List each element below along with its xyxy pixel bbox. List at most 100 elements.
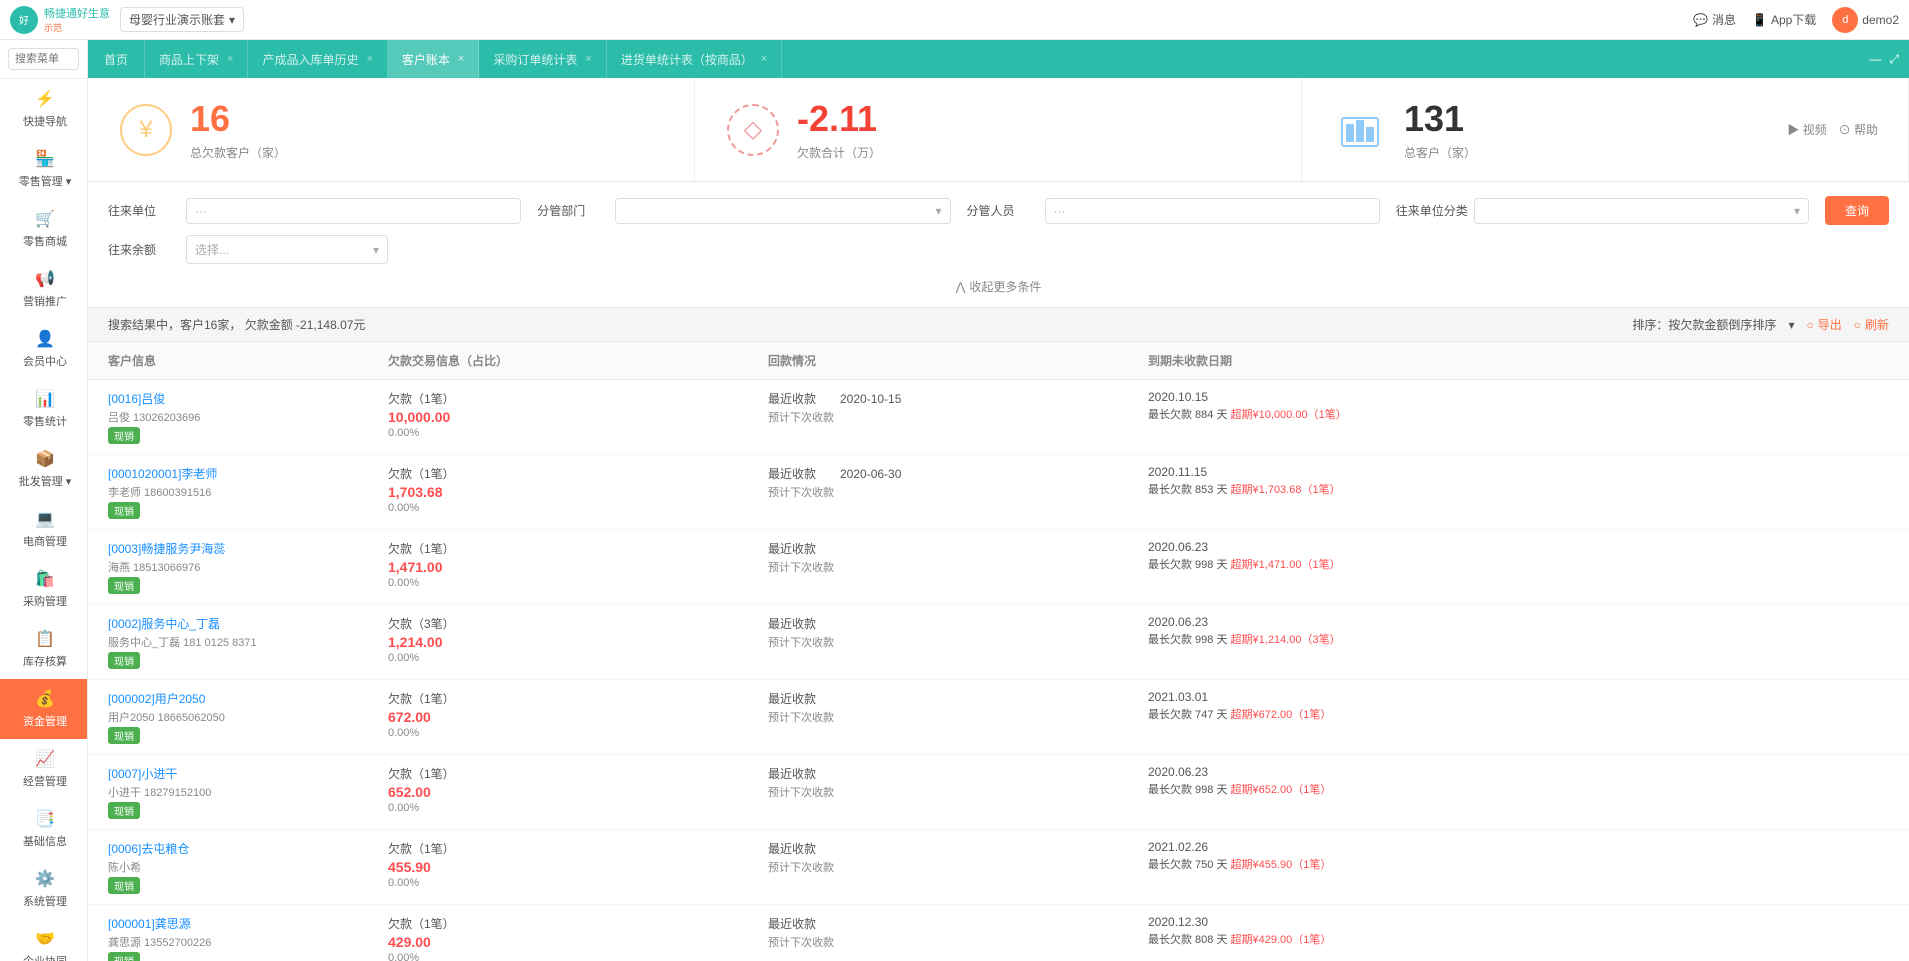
sidebar-item-retail-stats[interactable]: 📊 零售统计 <box>0 379 87 439</box>
tab-minus-icon[interactable]: — <box>1869 52 1881 66</box>
customer-name-link[interactable]: [000001]龚思源 <box>108 915 388 932</box>
summary-cards: ¥ 16 总欠款客户（家） ◇ -2.11 欠款合计（万） <box>88 78 1909 182</box>
sidebar-search-input[interactable] <box>8 48 79 70</box>
marketing-icon: 📢 <box>35 269 55 289</box>
user-profile-btn[interactable]: d demo2 <box>1832 7 1899 33</box>
tab-close-icon[interactable]: × <box>458 53 464 65</box>
refresh-icon: ○ <box>1854 318 1861 332</box>
customer-badge: 现销 <box>108 877 140 894</box>
manager-input[interactable]: ··· <box>1045 198 1380 224</box>
customer-name-link[interactable]: [0003]畅捷服务尹海蕊 <box>108 540 388 557</box>
collapse-btn[interactable]: ⋀ 收起更多条件 <box>108 274 1889 299</box>
table-row: [0002]服务中心_丁磊 服务中心_丁磊 181 0125 8371 现销 欠… <box>88 605 1909 680</box>
table-row: [0007]小进干 小进干 18279152100 现销 欠款（1笔） 652.… <box>88 755 1909 830</box>
overdue-link[interactable]: 超期¥1,703.68（1笔） <box>1231 484 1341 496</box>
summary-card-total-customers: 131 总客户（家） ▶ 视频 ⊙ 帮助 <box>1302 78 1909 181</box>
sidebar-search[interactable] <box>0 40 87 79</box>
tab-close-icon[interactable]: × <box>761 53 767 65</box>
overdue-info: 最长欠款 747 天 超期¥672.00（1笔） <box>1148 706 1889 722</box>
overdue-link[interactable]: 超期¥1,471.00（1笔） <box>1231 559 1341 571</box>
sidebar-item-purchase[interactable]: 🛍️ 采购管理 <box>0 559 87 619</box>
tab-home[interactable]: 首页 <box>88 40 145 78</box>
tab-close-icon[interactable]: × <box>366 53 372 65</box>
customer-name-link[interactable]: [0007]小进干 <box>108 765 388 782</box>
customer-name-link[interactable]: [0001020001]李老师 <box>108 465 388 482</box>
overdue-link[interactable]: 超期¥1,214.00（3笔） <box>1231 634 1341 646</box>
summary-card-debt-amount: ◇ -2.11 欠款合计（万） <box>695 78 1302 181</box>
total-customers-text: 131 总客户（家） <box>1404 98 1476 161</box>
query-button[interactable]: 查询 <box>1825 196 1889 225</box>
results-summary-text: 搜索结果中，客户16家 <box>108 318 229 332</box>
customer-name-link[interactable]: [000002]用户2050 <box>108 690 388 707</box>
sidebar-item-retail-mgmt[interactable]: 🏪 零售管理 ▾ <box>0 139 87 199</box>
overdue-info: 最长欠款 750 天 超期¥455.90（1笔） <box>1148 856 1889 872</box>
customer-contact: 吕俊 13026203696 <box>108 409 388 425</box>
customer-name-link[interactable]: [0002]服务中心_丁磊 <box>108 615 388 632</box>
due-date-cell: 2021.02.26 最长欠款 750 天 超期¥455.90（1笔） <box>1148 840 1889 872</box>
sidebar-item-inventory[interactable]: 📋 库存核算 <box>0 619 87 679</box>
overdue-link[interactable]: 超期¥672.00（1笔） <box>1231 709 1332 721</box>
help-btn[interactable]: ⊙ 帮助 <box>1839 121 1878 138</box>
tab-content: ¥ 16 总欠款客户（家） ◇ -2.11 欠款合计（万） <box>88 78 1909 961</box>
refresh-label: 刷新 <box>1865 316 1889 333</box>
table-row: [0003]畅捷服务尹海蕊 海燕 18513066976 现销 欠款（1笔） 1… <box>88 530 1909 605</box>
debt-amount: 1,471.00 <box>388 559 768 575</box>
tab-product-history[interactable]: 产成品入库单历史 × <box>248 40 387 78</box>
tab-maximize-icon[interactable]: ⤢ <box>1889 52 1899 67</box>
sidebar-item-marketing[interactable]: 📢 营销推广 <box>0 259 87 319</box>
customer-name-link[interactable]: [0006]去屯粮仓 <box>108 840 388 857</box>
sidebar-item-batch-mgmt[interactable]: 📦 批发管理 ▾ <box>0 439 87 499</box>
sidebar-item-retail-mall[interactable]: 🛒 零售商城 <box>0 199 87 259</box>
base-info-icon: 📑 <box>35 809 55 829</box>
store-selector[interactable]: 母婴行业演示账套 ▾ <box>120 7 244 32</box>
from-unit-input[interactable]: ··· <box>186 198 521 224</box>
table-row: [000001]龚思源 龚思源 13552700226 现销 欠款（1笔） 42… <box>88 905 1909 961</box>
tab-home-label: 首页 <box>104 51 128 68</box>
customer-name-link[interactable]: [0016]吕俊 <box>108 390 388 407</box>
overdue-link[interactable]: 超期¥429.00（1笔） <box>1231 934 1332 946</box>
sidebar-item-sys-mgmt[interactable]: ⚙️ 系统管理 <box>0 859 87 919</box>
tab-close-icon[interactable]: × <box>227 53 233 65</box>
app-download-label: App下载 <box>1771 11 1816 28</box>
app-download-btn[interactable]: 📱 App下载 <box>1752 11 1816 28</box>
tab-customer-account[interactable]: 客户账本 × <box>388 40 479 78</box>
tab-purchase-stats[interactable]: 采购订单统计表 × <box>479 40 606 78</box>
dept-select[interactable]: ▾ <box>615 198 950 224</box>
overdue-link[interactable]: 超期¥652.00（1笔） <box>1231 784 1332 796</box>
top-bar: 好 畅捷通好生意 示范 母婴行业演示账套 ▾ 💬 消息 📱 App下载 d de… <box>0 0 1909 40</box>
unit-category-dropdown-icon: ▾ <box>1794 204 1800 218</box>
sidebar-item-ops[interactable]: 📈 经营管理 <box>0 739 87 799</box>
recovery-cell: 最近收款 预计下次收款 <box>768 690 1148 725</box>
results-debt-text: 欠款金额 -21,148.07元 <box>245 318 366 332</box>
overdue-link[interactable]: 超期¥10,000.00（1笔） <box>1231 409 1347 421</box>
sidebar-item-base-info[interactable]: 📑 基础信息 <box>0 799 87 859</box>
recovery-cell: 最近收款 2020-10-15 预计下次收款 <box>768 390 1148 425</box>
debt-amount-icon: ◇ <box>727 104 779 156</box>
next-payment-label: 预计下次收款 <box>768 934 1148 950</box>
balance-select[interactable]: 选择... ▾ <box>186 235 388 264</box>
debt-count: 欠款（1笔） <box>388 390 768 407</box>
sidebar-item-member[interactable]: 👤 会员中心 <box>0 319 87 379</box>
tab-product-publish[interactable]: 商品上下架 × <box>145 40 248 78</box>
message-btn[interactable]: 💬 消息 <box>1693 11 1736 28</box>
debt-count: 欠款（1笔） <box>388 915 768 932</box>
refresh-btn[interactable]: ○ 刷新 <box>1854 316 1889 333</box>
tab-purchase-import[interactable]: 进货单统计表（按商品） × <box>607 40 782 78</box>
sidebar-item-ecommerce[interactable]: 💻 电商管理 <box>0 499 87 559</box>
sidebar-item-quick-nav[interactable]: ⚡ 快捷导航 <box>0 79 87 139</box>
results-bar: 搜索结果中，客户16家， 欠款金额 -21,148.07元 排序：按欠款金额倒序… <box>88 308 1909 342</box>
debt-amount: 429.00 <box>388 934 768 950</box>
from-unit-label: 往来单位 <box>108 202 178 219</box>
filter-from-unit: 往来单位 ··· <box>108 198 521 224</box>
overdue-link[interactable]: 超期¥455.90（1笔） <box>1231 859 1332 871</box>
debt-customers-value: 16 <box>190 98 286 140</box>
export-btn[interactable]: ○ 导出 <box>1806 316 1841 333</box>
unit-category-select[interactable]: ▾ <box>1474 198 1809 224</box>
tab-close-icon[interactable]: × <box>585 53 591 65</box>
sidebar-item-label: 营销推广 <box>23 293 67 309</box>
balance-dropdown-icon: ▾ <box>373 243 379 257</box>
sidebar-item-capital[interactable]: 💰 资金管理 <box>0 679 87 739</box>
view-btn[interactable]: ▶ 视频 <box>1787 121 1826 138</box>
debt-customers-text: 16 总欠款客户（家） <box>190 98 286 161</box>
sidebar-item-enterprise[interactable]: 🤝 企业协同 <box>0 919 87 961</box>
